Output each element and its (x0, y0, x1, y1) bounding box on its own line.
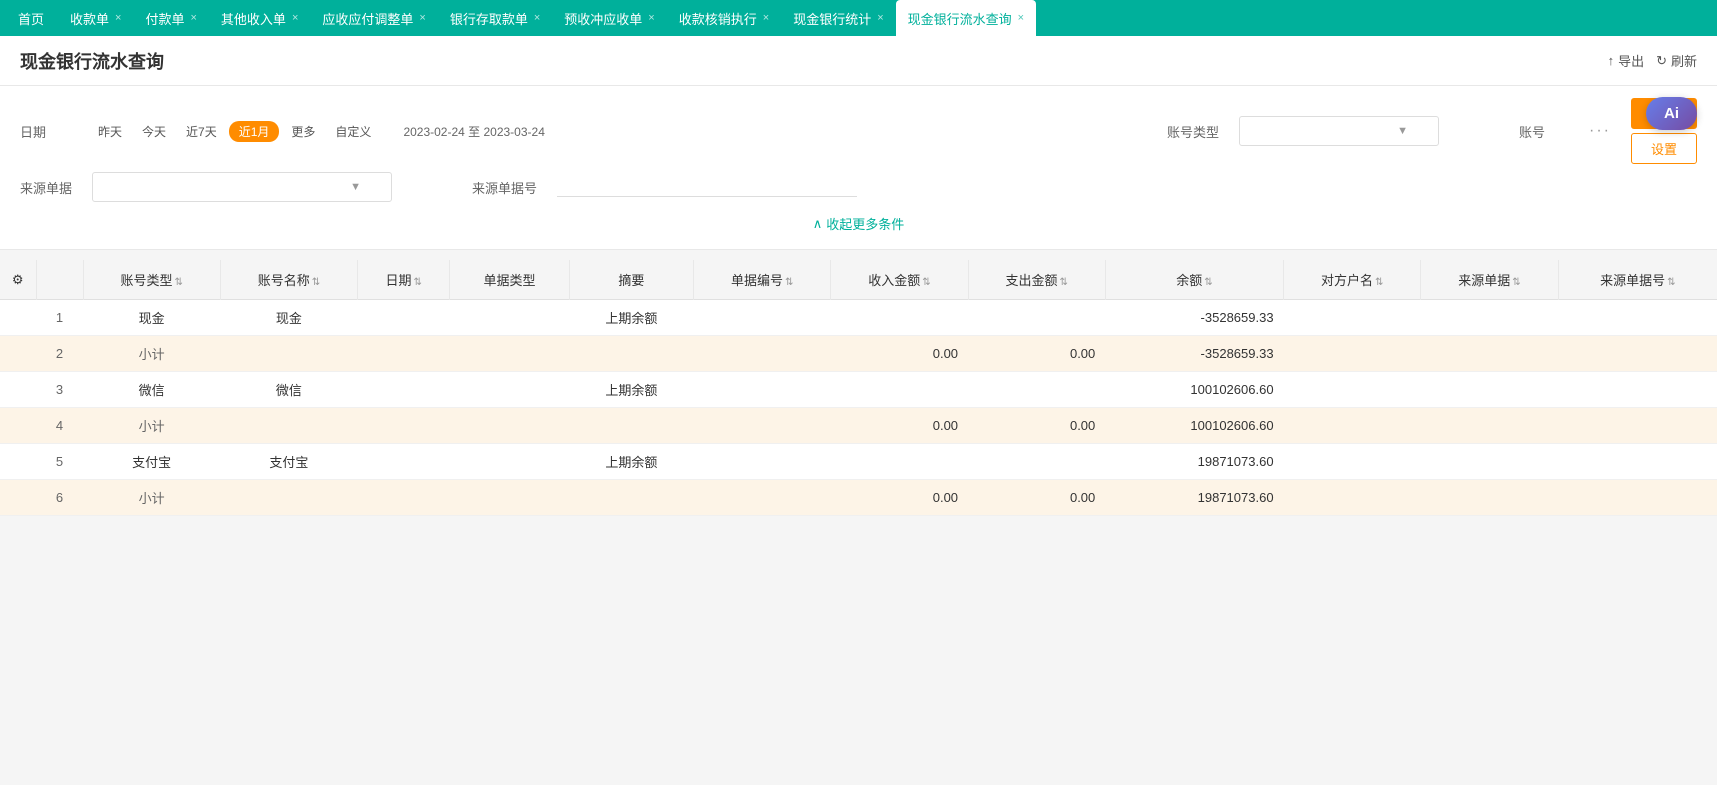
col-doc-type: 单据类型 (450, 260, 569, 300)
sort-icon-counterpart: ⇅ (1375, 277, 1383, 288)
page-header: 现金银行流水查询 ↑ 导出 ↻ 刷新 (0, 36, 1717, 86)
collapse-bar[interactable]: ∧ 收起更多条件 (20, 210, 1697, 237)
source-doc-no-input[interactable] (557, 177, 857, 197)
nav-tab-receipts[interactable]: 收款单 × (58, 0, 133, 36)
refresh-button[interactable]: ↻ 刷新 (1656, 51, 1697, 70)
sort-icon-source-doc: ⇅ (1512, 277, 1520, 288)
filter-row-2: 来源单据 ▼ 来源单据号 (20, 172, 1697, 202)
col-balance[interactable]: 余额⇅ (1105, 260, 1283, 300)
sort-icon-source-doc-no: ⇅ (1667, 277, 1675, 288)
nav-tab-stats[interactable]: 现金银行统计 × (781, 0, 895, 36)
table-header-row: ⚙ 账号类型⇅ 账号名称⇅ 日期⇅ 单据类型 摘要 单据编号⇅ 收入金额⇅ (0, 260, 1717, 300)
close-icon[interactable]: × (534, 12, 540, 24)
close-icon[interactable]: × (419, 12, 425, 24)
sort-icon-balance: ⇅ (1204, 277, 1212, 288)
close-icon[interactable]: × (292, 12, 298, 24)
table-row: 2小计0.000.00-3528659.33 (0, 336, 1717, 372)
source-doc-label: 来源单据 (20, 178, 72, 197)
chevron-down-icon-2: ▼ (350, 181, 361, 193)
col-counterpart[interactable]: 对方户名⇅ (1284, 260, 1421, 300)
col-settings[interactable]: ⚙ (0, 260, 36, 300)
date-custom[interactable]: 自定义 (327, 121, 379, 142)
col-account-name[interactable]: 账号名称⇅ (220, 260, 357, 300)
table-row: 4小计0.000.00100102606.60 (0, 408, 1717, 444)
table-row: 6小计0.000.0019871073.60 (0, 480, 1717, 516)
sort-icon-date: ⇅ (413, 277, 421, 288)
date-more[interactable]: 更多 (283, 121, 323, 142)
filter-area: 日期 昨天 今天 近7天 近1月 更多 自定义 2023-02-24 至 202… (0, 86, 1717, 250)
date-yesterday[interactable]: 昨天 (90, 121, 130, 142)
col-account-type[interactable]: 账号类型⇅ (83, 260, 220, 300)
nav-tab-flow-query[interactable]: 现金银行流水查询 × (896, 0, 1036, 36)
refresh-icon: ↻ (1656, 53, 1667, 69)
nav-tab-verify[interactable]: 收款核销执行 × (667, 0, 781, 36)
sort-icon-income: ⇅ (922, 277, 930, 288)
export-button[interactable]: ↑ 导出 (1608, 51, 1645, 70)
chevron-down-icon: ▼ (1397, 125, 1408, 137)
date-7days[interactable]: 近7天 (178, 121, 225, 142)
nav-tab-adjustment[interactable]: 应收应付调整单 × (310, 0, 437, 36)
close-icon[interactable]: × (648, 12, 654, 24)
date-1month[interactable]: 近1月 (229, 121, 280, 142)
table-row: 3微信微信上期余额100102606.60 (0, 372, 1717, 408)
table-row: 5支付宝支付宝上期余额19871073.60 (0, 444, 1717, 480)
ai-button[interactable]: Ai (1646, 97, 1697, 130)
close-icon[interactable]: × (1018, 12, 1024, 24)
header-actions: ↑ 导出 ↻ 刷新 (1608, 51, 1697, 70)
nav-tab-bank-deposit[interactable]: 银行存取款单 × (438, 0, 552, 36)
filter-row-1: 日期 昨天 今天 近7天 近1月 更多 自定义 2023-02-24 至 202… (20, 98, 1697, 164)
col-summary: 摘要 (569, 260, 693, 300)
flow-table: ⚙ 账号类型⇅ 账号名称⇅ 日期⇅ 单据类型 摘要 单据编号⇅ 收入金额⇅ (0, 260, 1717, 516)
col-income[interactable]: 收入金额⇅ (831, 260, 968, 300)
col-date[interactable]: 日期⇅ (358, 260, 450, 300)
source-doc-select[interactable]: ▼ (92, 172, 392, 202)
close-icon[interactable]: × (115, 12, 121, 24)
sort-icon-account-type: ⇅ (174, 277, 182, 288)
chevron-up-icon: ∧ (813, 216, 823, 232)
close-icon[interactable]: × (877, 12, 883, 24)
date-today[interactable]: 今天 (134, 121, 174, 142)
table-container: ⚙ 账号类型⇅ 账号名称⇅ 日期⇅ 单据类型 摘要 单据编号⇅ 收入金额⇅ (0, 260, 1717, 516)
sort-icon-account-name: ⇅ (312, 277, 320, 288)
date-label: 日期 (20, 122, 70, 141)
date-range-display: 2023-02-24 至 2023-03-24 (403, 123, 544, 140)
nav-tab-prepaid[interactable]: 预收冲应收单 × (552, 0, 666, 36)
date-options: 昨天 今天 近7天 近1月 更多 自定义 (90, 121, 379, 142)
col-doc-no[interactable]: 单据编号⇅ (694, 260, 831, 300)
nav-tab-payments[interactable]: 付款单 × (133, 0, 208, 36)
top-navigation: 首页 收款单 × 付款单 × 其他收入单 × 应收应付调整单 × 银行存取款单 … (0, 0, 1717, 36)
col-num (36, 260, 83, 300)
sort-icon-doc-no: ⇅ (785, 277, 793, 288)
sort-icon-expense: ⇅ (1059, 277, 1067, 288)
source-doc-no-label: 来源单据号 (472, 178, 537, 197)
col-source-doc-no[interactable]: 来源单据号⇅ (1558, 260, 1717, 300)
nav-tab-other-income[interactable]: 其他收入单 × (209, 0, 310, 36)
account-dots-button[interactable]: ··· (1589, 122, 1611, 140)
settings-button[interactable]: 设置 (1631, 133, 1697, 164)
page-title: 现金银行流水查询 (20, 48, 164, 74)
account-type-label: 账号类型 (1167, 122, 1219, 141)
col-source-doc[interactable]: 来源单据⇅ (1421, 260, 1558, 300)
export-icon: ↑ (1608, 53, 1615, 68)
account-label: 账号 (1519, 122, 1569, 141)
account-type-select[interactable]: ▼ (1239, 116, 1439, 146)
nav-home[interactable]: 首页 (4, 0, 58, 36)
close-icon[interactable]: × (190, 12, 196, 24)
col-expense[interactable]: 支出金额⇅ (968, 260, 1105, 300)
table-row: 1现金现金上期余额-3528659.33 (0, 300, 1717, 336)
table-body: 1现金现金上期余额-3528659.332小计0.000.00-3528659.… (0, 300, 1717, 516)
close-icon[interactable]: × (763, 12, 769, 24)
